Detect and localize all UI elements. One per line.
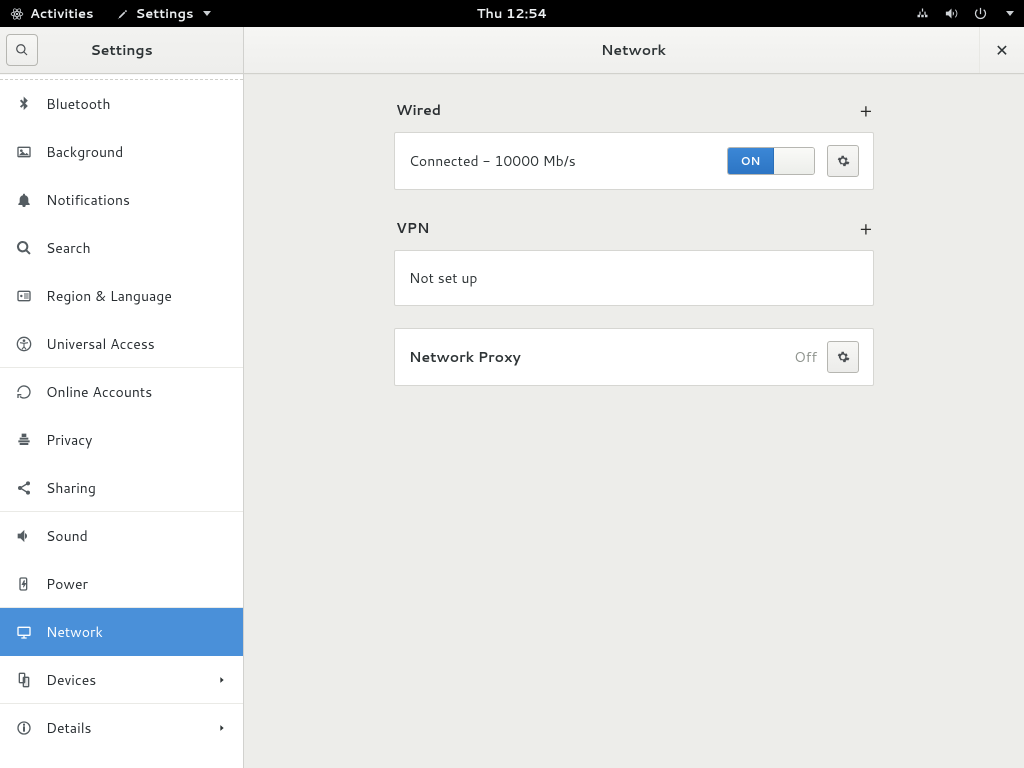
sidebar-item-label: Details	[46, 718, 92, 738]
proxy-label: Network Proxy	[409, 347, 521, 367]
clock-button[interactable]: Thu 12:54	[477, 5, 548, 23]
settings-icon	[116, 7, 130, 21]
details-icon	[16, 720, 32, 736]
sidebar-item-privacy[interactable]: Privacy	[0, 416, 243, 464]
app-menu-label: Settings	[136, 5, 194, 23]
region-language-icon	[16, 288, 32, 304]
sidebar-item-label: Universal Access	[46, 334, 155, 354]
search-icon	[15, 43, 29, 57]
wired-status: Connected - 10000 Mb/s	[409, 151, 576, 171]
chevron-down-icon	[203, 11, 211, 16]
vpn-status: Not set up	[409, 268, 477, 288]
power-icon	[973, 6, 988, 21]
privacy-icon	[16, 432, 32, 448]
sidebar-item-sound[interactable]: Sound	[0, 512, 243, 560]
universal-access-icon	[16, 336, 32, 352]
sidebar-item-label: Online Accounts	[46, 382, 152, 402]
sidebar-item-label: Background	[46, 142, 123, 162]
sidebar-item-bluetooth[interactable]: Bluetooth	[0, 80, 243, 128]
sidebar-item-label: Power	[46, 574, 88, 594]
sidebar-item-label: Search	[46, 238, 91, 258]
sidebar-item-details[interactable]: Details	[0, 704, 243, 752]
activities-button[interactable]: Activities	[6, 3, 98, 25]
settings-window: Settings Bluetooth Background Notification…	[0, 27, 1024, 768]
atom-icon	[10, 7, 24, 21]
background-icon	[16, 144, 32, 160]
proxy-row[interactable]: Network Proxy Off	[395, 329, 873, 385]
app-menu-button[interactable]: Settings	[112, 3, 216, 25]
main-panel: Network ✕ Wired + Connected - 10000 Mb/s	[244, 27, 1024, 768]
sidebar-item-label: Privacy	[46, 430, 92, 450]
plus-icon: +	[860, 215, 872, 241]
sidebar-item-network[interactable]: Network	[0, 608, 243, 656]
add-vpn-button[interactable]: +	[860, 219, 872, 237]
wired-connection-row: Connected - 10000 Mb/s ON	[395, 133, 873, 189]
wired-settings-button[interactable]	[827, 145, 859, 177]
sidebar-item-background[interactable]: Background	[0, 128, 243, 176]
chevron-right-icon	[217, 718, 227, 738]
add-wired-button[interactable]: +	[860, 101, 872, 119]
sidebar-item-power[interactable]: Power	[0, 560, 243, 608]
sidebar-item-label: Bluetooth	[46, 94, 110, 114]
sidebar-list: Bluetooth Background Notifications Search Re…	[0, 80, 243, 752]
chevron-down-icon	[1006, 11, 1014, 16]
sidebar-item-search[interactable]: Search	[0, 224, 243, 272]
wired-heading: Wired	[396, 100, 441, 120]
close-icon: ✕	[995, 39, 1008, 62]
proxy-section: Network Proxy Off	[394, 328, 874, 386]
sidebar-item-region-language[interactable]: Region & Language	[0, 272, 243, 320]
sidebar-header: Settings	[0, 27, 243, 74]
wired-section: Wired + Connected - 10000 Mb/s ON	[394, 100, 874, 190]
power-icon	[16, 576, 32, 592]
sidebar-item-devices[interactable]: Devices	[0, 656, 243, 704]
online-accounts-icon	[16, 384, 32, 400]
gear-icon	[836, 154, 850, 168]
status-menu[interactable]	[915, 6, 1018, 21]
vpn-row: Not set up	[395, 251, 873, 305]
sharing-icon	[16, 480, 32, 496]
network-icon	[16, 624, 32, 640]
notifications-icon	[16, 192, 32, 208]
sound-icon	[16, 528, 32, 544]
switch-on-label: ON	[728, 148, 774, 174]
page-title: Network	[288, 40, 979, 60]
vpn-section: VPN + Not set up	[394, 218, 874, 306]
sidebar-item-label: Sound	[46, 526, 88, 546]
gear-icon	[836, 350, 850, 364]
vpn-heading: VPN	[396, 218, 429, 238]
activities-label: Activities	[30, 5, 94, 23]
plus-icon: +	[860, 97, 872, 123]
search-icon	[16, 240, 32, 256]
search-button[interactable]	[6, 34, 38, 66]
wired-switch[interactable]: ON	[727, 147, 815, 175]
sidebar-item-universal-access[interactable]: Universal Access	[0, 320, 243, 368]
close-button[interactable]: ✕	[979, 27, 1024, 73]
proxy-state: Off	[794, 347, 817, 367]
network-icon	[915, 6, 930, 21]
sidebar-item-label: Devices	[46, 670, 96, 690]
volume-icon	[944, 6, 959, 21]
sidebar-item-label: Network	[46, 622, 103, 642]
proxy-settings-button[interactable]	[827, 341, 859, 373]
chevron-right-icon	[217, 670, 227, 690]
sidebar-item-label: Notifications	[46, 190, 130, 210]
sidebar-item-online-accounts[interactable]: Online Accounts	[0, 368, 243, 416]
sidebar-item-notifications[interactable]: Notifications	[0, 176, 243, 224]
sidebar-item-sharing[interactable]: Sharing	[0, 464, 243, 512]
sidebar-item-label: Region & Language	[46, 286, 172, 306]
gnome-topbar: Activities Settings Thu 12:54	[0, 0, 1024, 27]
clock-label: Thu 12:54	[477, 5, 548, 23]
sidebar: Settings Bluetooth Background Notification…	[0, 27, 244, 768]
devices-icon	[16, 672, 32, 688]
switch-knob	[774, 148, 814, 174]
sidebar-item-label: Sharing	[46, 478, 96, 498]
bluetooth-icon	[16, 96, 32, 112]
main-header: Network ✕	[244, 27, 1024, 74]
